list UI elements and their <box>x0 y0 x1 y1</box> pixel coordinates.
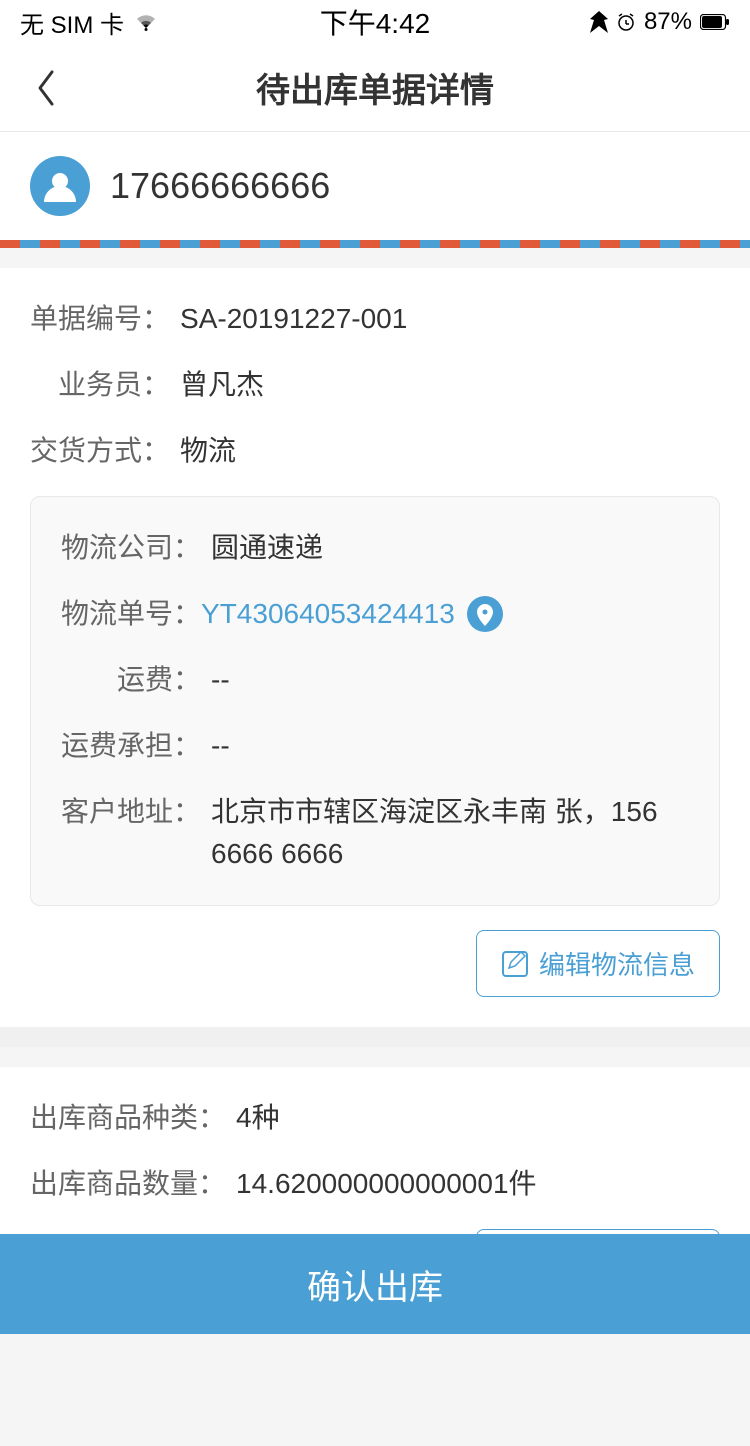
logistics-company-value: 圆通速递 <box>211 527 689 569</box>
tracking-number-value: YT43064053424413 <box>201 593 455 635</box>
freight-value: -- <box>211 659 689 701</box>
delivery-method-label: 交货方式： <box>30 430 170 472</box>
map-pin-icon[interactable] <box>467 596 503 632</box>
customer-address-label: 客户地址： <box>61 791 201 833</box>
customer-header: 17666666666 <box>0 132 750 240</box>
back-button[interactable] <box>24 66 68 110</box>
customer-avatar <box>30 156 90 216</box>
sales-person-label: 业务员： <box>30 364 170 406</box>
status-bar: 无 SIM 卡 下午4:42 87% <box>0 0 750 44</box>
tracking-number-row: 物流单号： YT43064053424413 <box>61 593 689 635</box>
status-bar-right: 87% <box>590 8 730 36</box>
goods-quantity-label: 出库商品数量： <box>30 1163 226 1205</box>
sales-person-row: 业务员： 曾凡杰 <box>30 364 720 406</box>
wifi-icon <box>132 12 160 32</box>
goods-quantity-row: 出库商品数量： 14.620000000000001件 <box>30 1163 720 1205</box>
confirm-button-label: 确认出库 <box>307 1260 443 1309</box>
edit-icon <box>501 950 529 978</box>
order-no-value: SA-20191227-001 <box>180 298 720 340</box>
freight-row: 运费： -- <box>61 659 689 701</box>
edit-logistics-area: 编辑物流信息 <box>30 930 720 997</box>
sales-person-value: 曾凡杰 <box>180 364 720 406</box>
freight-bearer-label: 运费承担： <box>61 725 201 767</box>
decorative-divider <box>0 240 750 248</box>
customer-address-row: 客户地址： 北京市市辖区海淀区永丰南 张，156 6666 6666 <box>61 791 689 875</box>
user-icon <box>42 168 78 204</box>
status-bar-left: 无 SIM 卡 <box>20 5 160 40</box>
freight-label: 运费： <box>61 659 201 701</box>
delivery-method-value: 物流 <box>180 430 720 472</box>
tracking-number-container: YT43064053424413 <box>201 593 503 635</box>
battery-icon <box>700 14 730 30</box>
customer-address-value: 北京市市辖区海淀区永丰南 张，156 6666 6666 <box>211 791 689 875</box>
logistics-card: 物流公司： 圆通速递 物流单号： YT43064053424413 运费： --… <box>30 496 720 906</box>
order-info-section: 单据编号： SA-20191227-001 业务员： 曾凡杰 交货方式： 物流 … <box>0 268 750 1027</box>
order-no-label: 单据编号： <box>30 298 170 340</box>
carrier-text: 无 SIM 卡 <box>20 5 124 40</box>
goods-types-row: 出库商品种类： 4种 <box>30 1097 720 1139</box>
tracking-number-label: 物流单号： <box>61 593 201 635</box>
confirm-bar[interactable]: 确认出库 <box>0 1234 750 1334</box>
goods-quantity-value: 14.620000000000001件 <box>236 1163 720 1205</box>
logistics-company-label: 物流公司： <box>61 527 201 569</box>
order-no-row: 单据编号： SA-20191227-001 <box>30 298 720 340</box>
battery-text: 87% <box>644 8 692 36</box>
section-divider <box>0 1027 750 1047</box>
goods-types-label: 出库商品种类： <box>30 1097 226 1139</box>
edit-logistics-button[interactable]: 编辑物流信息 <box>476 930 720 997</box>
alarm-icon <box>616 12 636 32</box>
edit-logistics-label: 编辑物流信息 <box>539 945 695 982</box>
location-services-icon <box>590 11 608 33</box>
delivery-method-row: 交货方式： 物流 <box>30 430 720 472</box>
freight-bearer-value: -- <box>211 725 689 767</box>
customer-phone: 17666666666 <box>110 165 330 207</box>
page-title: 待出库单据详情 <box>256 63 494 112</box>
nav-bar: 待出库单据详情 <box>0 44 750 132</box>
goods-types-value: 4种 <box>236 1097 720 1139</box>
status-bar-time: 下午4:42 <box>320 2 431 42</box>
logistics-company-row: 物流公司： 圆通速递 <box>61 527 689 569</box>
freight-bearer-row: 运费承担： -- <box>61 725 689 767</box>
